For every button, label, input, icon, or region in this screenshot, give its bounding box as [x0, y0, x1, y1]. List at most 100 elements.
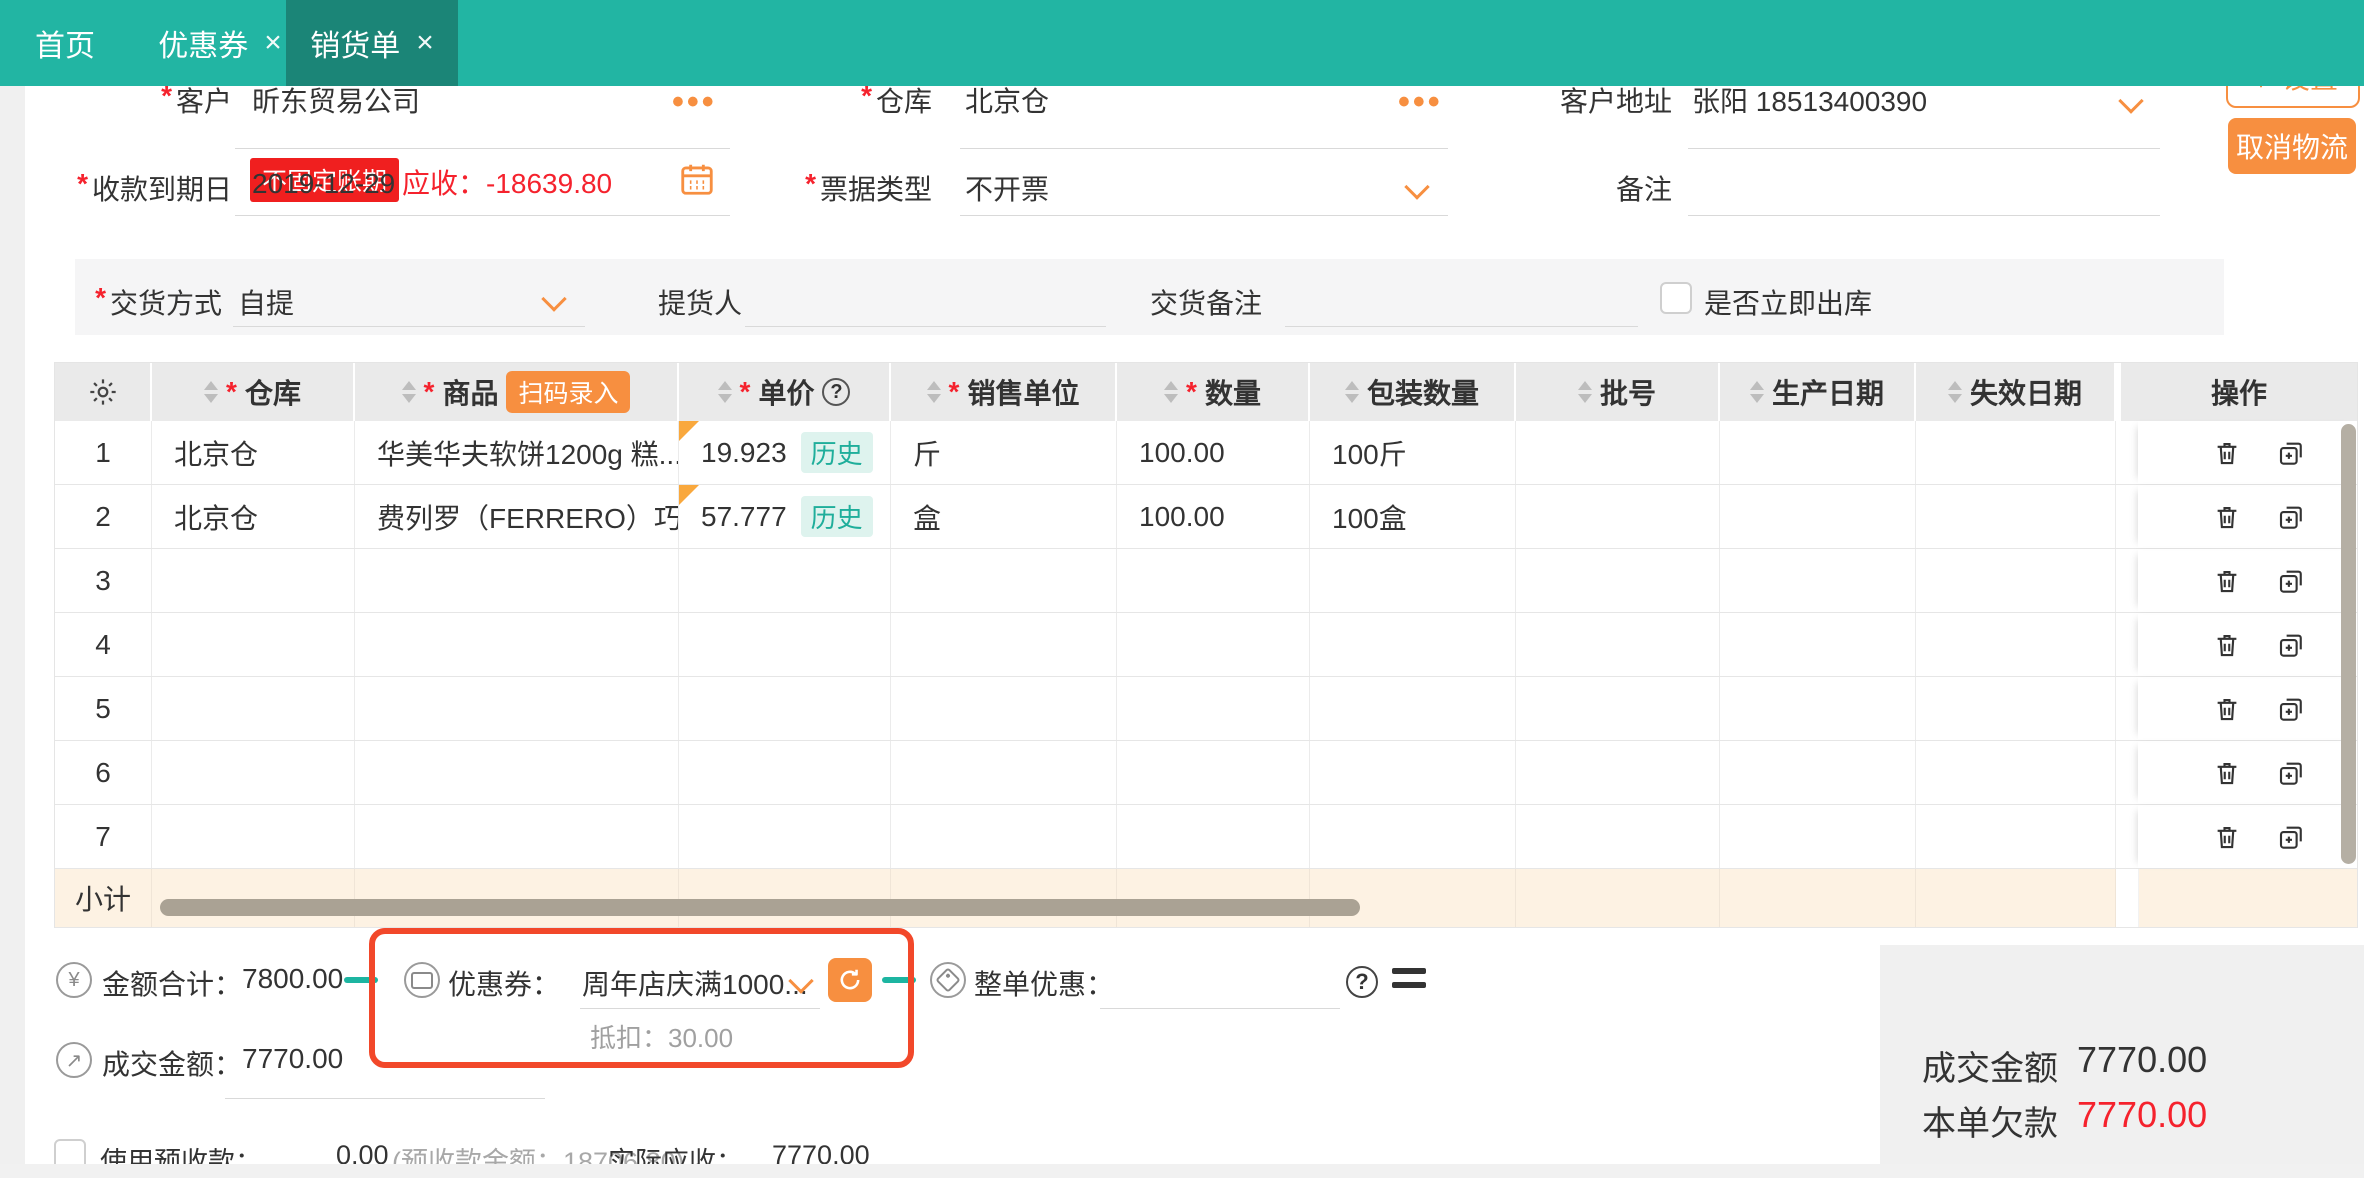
- pack-quantity-cell[interactable]: [1310, 805, 1516, 868]
- quantity-cell[interactable]: [1117, 613, 1310, 676]
- unit-price-cell[interactable]: [679, 677, 891, 740]
- quantity-cell[interactable]: 100.00: [1117, 485, 1310, 548]
- pack-quantity-cell[interactable]: 100斤: [1310, 421, 1516, 484]
- horizontal-scrollbar[interactable]: [160, 899, 1360, 916]
- delete-row-button[interactable]: [2212, 630, 2242, 660]
- delivery-method-field[interactable]: 自提: [238, 282, 294, 322]
- customer-address-field[interactable]: 张阳 18513400390: [1692, 80, 1927, 120]
- warehouse-cell[interactable]: [152, 741, 355, 804]
- warehouse-cell[interactable]: 北京仓: [152, 485, 355, 548]
- batch-cell[interactable]: [1516, 741, 1720, 804]
- product-cell[interactable]: 华美华夫软饼1200g 糕...: [355, 421, 679, 484]
- close-icon[interactable]: ×: [264, 28, 282, 58]
- pack-quantity-cell[interactable]: [1310, 613, 1516, 676]
- warehouse-lookup-icon[interactable]: •••: [1398, 85, 1443, 118]
- copy-row-button[interactable]: [2276, 758, 2306, 788]
- immediate-outbound-checkbox[interactable]: [1660, 282, 1692, 314]
- history-price-badge[interactable]: 历史: [800, 432, 873, 473]
- copy-row-button[interactable]: [2276, 694, 2306, 724]
- production-date-cell[interactable]: [1720, 677, 1916, 740]
- expiry-date-cell[interactable]: [1916, 677, 2116, 740]
- quantity-cell[interactable]: 100.00: [1117, 421, 1310, 484]
- picker-underline[interactable]: [745, 326, 1106, 327]
- sale-unit-cell[interactable]: [891, 613, 1117, 676]
- expiry-date-cell[interactable]: [1916, 549, 2116, 612]
- due-date-field[interactable]: 2019-12-29: [252, 168, 395, 200]
- delete-row-button[interactable]: [2212, 502, 2242, 532]
- product-cell[interactable]: [355, 741, 679, 804]
- batch-cell[interactable]: [1516, 485, 1720, 548]
- copy-row-button[interactable]: [2276, 822, 2306, 852]
- coupon-select[interactable]: 周年店庆满1000...: [582, 963, 808, 1003]
- scan-entry-badge[interactable]: 扫码录入: [506, 371, 631, 413]
- quantity-cell[interactable]: [1117, 677, 1310, 740]
- production-date-cell[interactable]: [1720, 485, 1916, 548]
- delete-row-button[interactable]: [2212, 822, 2242, 852]
- sale-unit-cell[interactable]: [891, 741, 1117, 804]
- sort-icon[interactable]: [1947, 381, 1962, 403]
- batch-cell[interactable]: [1516, 613, 1720, 676]
- sort-icon[interactable]: [926, 381, 941, 403]
- customer-lookup-icon[interactable]: •••: [672, 85, 717, 118]
- unit-price-cell[interactable]: 19.923 历史: [679, 421, 891, 484]
- warehouse-cell[interactable]: 北京仓: [152, 421, 355, 484]
- delete-row-button[interactable]: [2212, 566, 2242, 596]
- remark-underline[interactable]: [1688, 215, 2160, 216]
- column-settings-header[interactable]: [55, 363, 152, 421]
- production-date-cell[interactable]: [1720, 805, 1916, 868]
- expiry-date-cell[interactable]: [1916, 485, 2116, 548]
- pack-quantity-cell[interactable]: [1310, 741, 1516, 804]
- chevron-down-icon[interactable]: [1404, 174, 1430, 200]
- header-expiry-date[interactable]: 失效日期: [1916, 363, 2116, 421]
- unit-price-cell[interactable]: [679, 549, 891, 612]
- vertical-scrollbar[interactable]: [2341, 424, 2356, 864]
- copy-row-button[interactable]: [2276, 502, 2306, 532]
- production-date-cell[interactable]: [1720, 613, 1916, 676]
- warehouse-cell[interactable]: [152, 677, 355, 740]
- help-icon[interactable]: [1346, 966, 1378, 998]
- pack-quantity-cell[interactable]: [1310, 677, 1516, 740]
- warehouse-cell[interactable]: [152, 613, 355, 676]
- expiry-date-cell[interactable]: [1916, 421, 2116, 484]
- tab-home[interactable]: 首页: [20, 0, 110, 86]
- product-cell[interactable]: [355, 805, 679, 868]
- chevron-down-icon[interactable]: [2118, 88, 2144, 114]
- sale-unit-cell[interactable]: [891, 805, 1117, 868]
- quantity-cell[interactable]: [1117, 549, 1310, 612]
- tab-sales-order[interactable]: 销货单 ×: [286, 0, 458, 86]
- menu-equals-icon[interactable]: [1392, 968, 1426, 988]
- calendar-icon[interactable]: [678, 160, 716, 198]
- help-icon[interactable]: [822, 378, 851, 406]
- expiry-date-cell[interactable]: [1916, 613, 2116, 676]
- unit-price-cell[interactable]: 57.777 历史: [679, 485, 891, 548]
- quantity-cell[interactable]: [1117, 805, 1310, 868]
- pack-quantity-cell[interactable]: 100盒: [1310, 485, 1516, 548]
- sale-unit-cell[interactable]: [891, 677, 1117, 740]
- pack-quantity-cell[interactable]: [1310, 549, 1516, 612]
- expiry-date-cell[interactable]: [1916, 805, 2116, 868]
- invoice-type-field[interactable]: 不开票: [965, 168, 1049, 208]
- history-price-badge[interactable]: 历史: [800, 496, 873, 537]
- header-quantity[interactable]: 数量: [1117, 363, 1310, 421]
- order-discount-underline[interactable]: [1100, 1008, 1340, 1009]
- production-date-cell[interactable]: [1720, 549, 1916, 612]
- quantity-cell[interactable]: [1117, 741, 1310, 804]
- sort-icon[interactable]: [401, 381, 416, 403]
- header-production-date[interactable]: 生产日期: [1720, 363, 1916, 421]
- sort-icon[interactable]: [204, 381, 219, 403]
- sort-icon[interactable]: [1749, 381, 1764, 403]
- expiry-date-cell[interactable]: [1916, 741, 2116, 804]
- close-icon[interactable]: ×: [416, 28, 434, 58]
- product-cell[interactable]: [355, 677, 679, 740]
- sale-unit-cell[interactable]: 斤: [891, 421, 1117, 484]
- warehouse-field[interactable]: 北京仓: [965, 80, 1049, 120]
- production-date-cell[interactable]: [1720, 421, 1916, 484]
- copy-row-button[interactable]: [2276, 630, 2306, 660]
- header-pack-quantity[interactable]: 包装数量: [1310, 363, 1516, 421]
- batch-cell[interactable]: [1516, 677, 1720, 740]
- batch-cell[interactable]: [1516, 549, 1720, 612]
- header-sale-unit[interactable]: 销售单位: [891, 363, 1117, 421]
- sale-unit-cell[interactable]: [891, 549, 1117, 612]
- product-cell[interactable]: 费列罗（FERRERO）巧...: [355, 485, 679, 548]
- copy-row-button[interactable]: [2276, 438, 2306, 468]
